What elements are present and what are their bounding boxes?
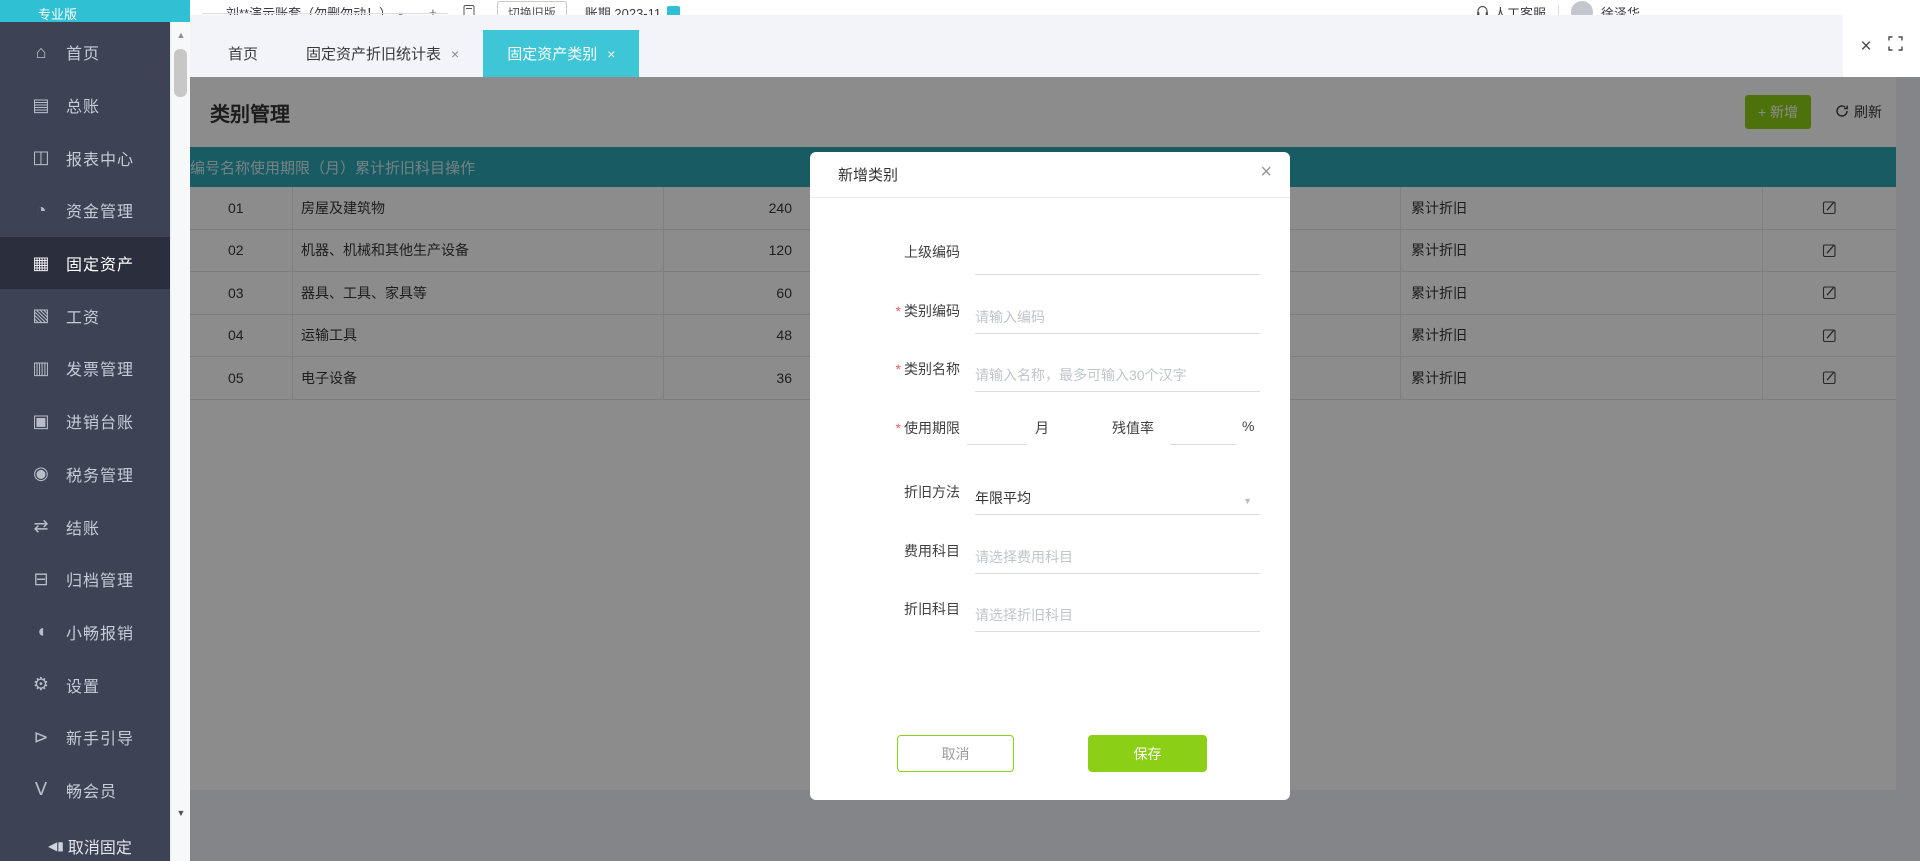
save-button[interactable]: 保存	[1088, 735, 1207, 772]
field-useful-life: * 使用期限 月 残值率 %	[810, 410, 1290, 446]
xiaochang-reimburse-icon: ◖	[35, 621, 47, 642]
parent-code-label: 上级编码	[904, 244, 960, 260]
sidebar-item-fixed-assets[interactable]: ▦ 固定资产	[0, 236, 170, 290]
unpin-icon: ◀▮	[48, 839, 64, 853]
category-name-label: * 类别名称	[895, 361, 960, 377]
field-category-name: * 类别名称 请输入名称，最多可输入30个汉字	[810, 351, 1290, 392]
scroll-down-icon[interactable]: ▼	[171, 808, 191, 818]
switch-version-button[interactable]: 切换旧版	[496, 0, 567, 15]
scrollbar-thumb[interactable]	[174, 49, 187, 97]
headset-icon	[1476, 5, 1489, 15]
support-link[interactable]: 人工客服	[1494, 3, 1546, 16]
useful-life-label: * 使用期限	[895, 420, 960, 436]
settings-icon: ⚙	[32, 674, 50, 695]
calendar-icon[interactable]	[667, 6, 681, 15]
tab-asset-category[interactable]: 固定资产类别 ×	[483, 30, 640, 77]
dialog-title: 新增类别	[838, 167, 899, 184]
category-code-label: * 类别编码	[895, 303, 960, 319]
parent-code-input[interactable]	[975, 234, 1260, 275]
cancel-button[interactable]: 取消	[897, 735, 1014, 772]
scroll-up-icon[interactable]: ▲	[171, 30, 191, 40]
tab-list: 首页 × 固定资产折旧统计表 × 固定资产类别 ×	[204, 30, 640, 77]
sidebar-item-invoice-management[interactable]: ▥ 发票管理	[0, 342, 170, 395]
topbar: 刘**演示账套（勿删勿动！）▾ + 切换旧版 账期 2023-11 人工客服 徐…	[190, 0, 1920, 15]
invoice-management-icon: ▥	[32, 357, 50, 378]
sidebar-menu: ⌂ 首页 ▤ 总账 ◫ 报表中心 ◔ 资金管理 ▦ 固定资产 ▧ 工资 ▥ 发票…	[0, 22, 170, 816]
residual-rate-input[interactable]	[1170, 410, 1236, 445]
edition-label: 专业版	[38, 7, 78, 22]
home-icon: ⌂	[35, 41, 47, 62]
field-parent-code: 上级编码	[810, 234, 1290, 275]
depreciation-method-select[interactable]: 年限平均 ▼	[975, 474, 1260, 515]
depreciation-method-label: 折旧方法	[904, 484, 960, 500]
dropdown-caret-icon: ▼	[1243, 496, 1252, 506]
sidebar-item-payroll[interactable]: ▧ 工资	[0, 289, 170, 342]
fullscreen-icon[interactable]	[1887, 36, 1903, 56]
residual-rate-label: 残值率	[1112, 420, 1154, 436]
depreciation-account-label: 折旧科目	[904, 601, 960, 617]
sidebar-scrollbar[interactable]: ▲ ▼	[170, 22, 191, 861]
sidebar-item-report-center[interactable]: ◫ 报表中心	[0, 131, 170, 184]
residual-rate-unit: %	[1242, 418, 1255, 434]
tax-management-icon: ◉	[33, 463, 49, 484]
close-all-tabs-icon[interactable]: ×	[1860, 37, 1871, 56]
expense-account-input[interactable]: 请选择费用科目	[975, 533, 1260, 574]
sidebar-item-home[interactable]: ⌂ 首页	[0, 26, 170, 79]
tab-depreciation-stats[interactable]: 固定资产折旧统计表 ×	[282, 30, 483, 77]
add-category-dialog: 新增类别 × 上级编码 * 类别编码 请输入编码 * 类别名称 请输入名称，最多可输…	[810, 152, 1290, 800]
divider	[1557, 5, 1559, 15]
field-depreciation-method: 折旧方法 年限平均 ▼	[810, 474, 1290, 515]
accounting-period[interactable]: 账期 2023-11	[585, 3, 661, 16]
category-name-input[interactable]: 请输入名称，最多可输入30个汉字	[975, 351, 1260, 392]
sidebar-item-xiaochang-reimburse[interactable]: ◖ 小畅报销	[0, 606, 170, 659]
sidebar-item-general-ledger[interactable]: ▤ 总账	[0, 79, 170, 132]
tab-asset-category-close-icon[interactable]: ×	[607, 46, 615, 62]
account-underline	[202, 13, 448, 14]
field-expense-account: 费用科目 请选择费用科目	[810, 533, 1290, 574]
app-window: 刘**演示账套（勿删勿动！）▾ + 切换旧版 账期 2023-11 人工客服 徐…	[0, 0, 1920, 861]
chang-member-icon: Ⅴ	[34, 779, 48, 800]
tabbar-actions: ×	[1843, 15, 1920, 77]
sidebar-item-closing[interactable]: ⇄ 结账	[0, 500, 170, 553]
beginner-guide-icon: ⊳	[33, 726, 49, 747]
general-ledger-icon: ▤	[32, 94, 50, 115]
fund-management-icon: ◔	[35, 199, 47, 220]
payroll-icon: ▧	[32, 305, 50, 326]
category-code-input[interactable]: 请输入编码	[975, 293, 1260, 334]
dialog-close-icon[interactable]: ×	[1260, 162, 1272, 182]
tabbar: 首页 × 固定资产折旧统计表 × 固定资产类别 × ×	[190, 15, 1920, 77]
required-mark: *	[895, 420, 901, 436]
unpin-sidebar-button[interactable]: ◀▮ 取消固定	[48, 833, 132, 859]
sidebar-item-beginner-guide[interactable]: ⊳ 新手引导	[0, 711, 170, 764]
sidebar-item-chang-member[interactable]: Ⅴ 畅会员	[0, 764, 170, 817]
sidebar-item-archive-management[interactable]: ⊟ 归档管理	[0, 553, 170, 606]
closing-icon: ⇄	[33, 516, 49, 537]
useful-life-input[interactable]	[967, 410, 1027, 445]
tab-home[interactable]: 首页 ×	[204, 30, 282, 77]
field-depreciation-account: 折旧科目 请选择折旧科目	[810, 591, 1290, 632]
sidebar-item-fund-management[interactable]: ◔ 资金管理	[0, 184, 170, 237]
brand-block: 专业版	[0, 0, 190, 22]
depreciation-account-input[interactable]: 请选择折旧科目	[975, 591, 1260, 632]
sidebar-item-settings[interactable]: ⚙ 设置	[0, 658, 170, 711]
sidebar-item-purchase-sales-ledger[interactable]: ▣ 进销台账	[0, 395, 170, 448]
report-center-icon: ◫	[32, 147, 50, 168]
purchase-sales-ledger-icon: ▣	[32, 410, 50, 431]
useful-life-unit: 月	[1035, 420, 1049, 436]
field-category-code: * 类别编码 请输入编码	[810, 293, 1290, 334]
fixed-assets-icon: ▦	[32, 252, 50, 273]
expense-account-label: 费用科目	[904, 543, 960, 559]
dialog-header: 新增类别 ×	[810, 152, 1290, 198]
calculator-icon[interactable]	[463, 4, 475, 15]
avatar[interactable]	[1570, 1, 1593, 15]
required-mark: *	[895, 303, 901, 319]
sidebar: ⌂ 首页 ▤ 总账 ◫ 报表中心 ◔ 资金管理 ▦ 固定资产 ▧ 工资 ▥ 发票…	[0, 22, 170, 861]
tab-depreciation-stats-close-icon[interactable]: ×	[451, 46, 459, 62]
user-name[interactable]: 徐泽华	[1601, 3, 1640, 16]
archive-management-icon: ⊟	[33, 568, 49, 589]
required-mark: *	[895, 361, 901, 377]
sidebar-item-tax-management[interactable]: ◉ 税务管理	[0, 448, 170, 501]
